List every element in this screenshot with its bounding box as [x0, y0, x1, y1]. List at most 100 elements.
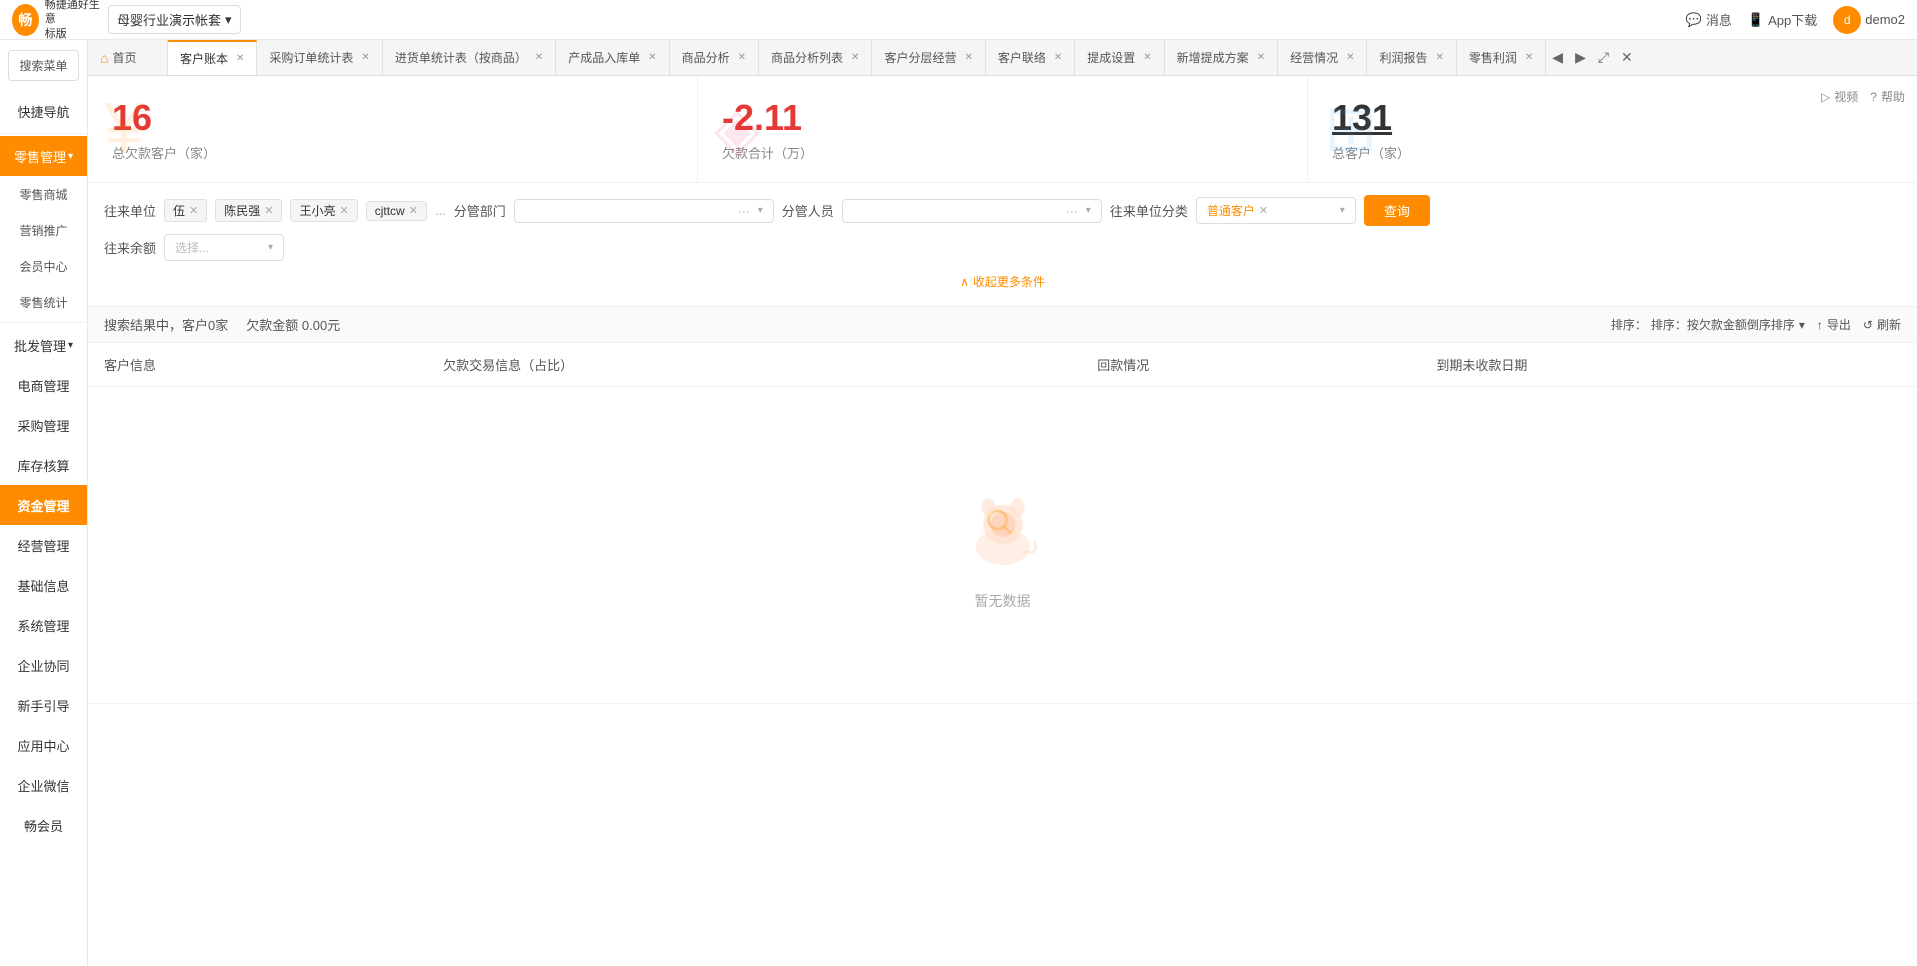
sidebar-item-wholesale-mgmt[interactable]: 批发管理 ▾ — [0, 325, 87, 365]
tab-retail-profit[interactable]: 零售利润 ✕ — [1457, 40, 1546, 76]
filter-more-tags[interactable]: ... — [435, 203, 446, 218]
sidebar-item-app-center[interactable]: 应用中心 — [0, 725, 87, 765]
message-button[interactable]: 💬 消息 — [1686, 10, 1732, 29]
sidebar-item-inventory[interactable]: 库存核算 — [0, 445, 87, 485]
tab-close-icon-7[interactable]: ✕ — [964, 52, 972, 63]
sidebar-item-marketing[interactable]: 营销推广 — [0, 212, 87, 248]
tab-stock-stats-by-product[interactable]: 进货单统计表（按商品） ✕ — [383, 40, 556, 76]
tab-profit-report[interactable]: 利润报告 ✕ — [1367, 40, 1456, 76]
sidebar-item-operations[interactable]: 经营管理 — [0, 525, 87, 565]
export-button[interactable]: ↑ 导出 — [1817, 316, 1851, 333]
table-header-row: 客户信息 欠款交易信息（占比） 回款情况 到期未收款日期 — [88, 343, 1917, 387]
tag-close-cjttcw[interactable]: ✕ — [409, 204, 418, 217]
tab-maximize[interactable]: ⤢ — [1592, 40, 1615, 76]
filter-person-select[interactable]: ··· ▾ — [842, 199, 1102, 223]
stat-bg-yuan-icon: ¥ — [104, 88, 144, 170]
page-content: ¥ 16 总欠款客户（家） ◈ -2.11 欠款合计（万） ⊞ 131 总客户（… — [88, 76, 1917, 966]
sidebar-item-guide[interactable]: 新手引导 — [0, 685, 87, 725]
tab-close-all[interactable]: ✕ — [1615, 40, 1639, 76]
sidebar-item-enterprise-wechat[interactable]: 企业微信 — [0, 765, 87, 805]
sort-select[interactable]: 排序： 排序：按欠款金额倒序排序 ▾ — [1611, 316, 1805, 333]
chevron-down-icon: ▾ — [225, 12, 232, 28]
sidebar-item-enterprise-collab[interactable]: 企业协同 — [0, 645, 87, 685]
tab-product-analysis-list[interactable]: 商品分析列表 ✕ — [759, 40, 872, 76]
sidebar-item-retail-mgmt[interactable]: 零售管理 ▾ — [0, 136, 87, 176]
empty-illustration — [958, 484, 1048, 574]
tag-close-wu[interactable]: ✕ — [189, 204, 198, 217]
video-help-link[interactable]: ▷ 视频 — [1821, 88, 1858, 105]
tab-customer-tier[interactable]: 客户分层经营 ✕ — [872, 40, 985, 76]
tab-customer-ledger[interactable]: 客户账本 ✕ — [168, 40, 257, 76]
video-icon: ▷ — [1821, 90, 1830, 104]
tag-close-chen[interactable]: ✕ — [264, 204, 273, 217]
filter-remainder-label: 往来余额 — [104, 238, 156, 257]
empty-state: 暂无数据 — [104, 399, 1901, 691]
user-area[interactable]: d demo2 — [1833, 6, 1905, 34]
tab-close-icon-12[interactable]: ✕ — [1435, 52, 1443, 63]
filter-area: 往来单位 伍 ✕ 陈民强 ✕ 王小亮 ✕ cjttcw — [88, 183, 1917, 307]
tab-scroll-left[interactable]: ◀ — [1546, 40, 1569, 76]
logo-icon: 畅 — [12, 4, 39, 36]
tab-close-icon-3[interactable]: ✕ — [535, 52, 543, 63]
empty-icon-area — [953, 479, 1053, 579]
help-link[interactable]: ? 帮助 — [1870, 88, 1905, 105]
tab-close-icon-13[interactable]: ✕ — [1525, 52, 1533, 63]
tab-close-icon-4[interactable]: ✕ — [648, 52, 656, 63]
collapse-icon: ∧ — [960, 275, 969, 289]
filter-dept-select[interactable]: ··· ▾ — [514, 199, 774, 223]
tab-close-icon[interactable]: ✕ — [236, 53, 244, 64]
tab-product-analysis[interactable]: 商品分析 ✕ — [670, 40, 759, 76]
app-download-button[interactable]: 📱 App下载 — [1748, 10, 1817, 29]
tab-close-icon-11[interactable]: ✕ — [1346, 52, 1354, 63]
enterprise-selector[interactable]: 母婴行业演示帐套 ▾ — [108, 5, 241, 34]
tab-close-icon-10[interactable]: ✕ — [1257, 52, 1265, 63]
tab-scroll-right[interactable]: ▶ — [1569, 40, 1592, 76]
filter-tag-chen: 陈民强 ✕ — [215, 199, 282, 222]
tab-close-icon-9[interactable]: ✕ — [1143, 52, 1151, 63]
col-customer-info: 客户信息 — [88, 343, 427, 387]
tag-close-wang[interactable]: ✕ — [340, 204, 349, 217]
tab-home[interactable]: ⌂ 首页 — [88, 40, 168, 76]
filter-tag-cjttcw: cjttcw ✕ — [366, 201, 427, 221]
collapse-button[interactable]: ∧ 收起更多条件 — [104, 269, 1901, 294]
sidebar-item-chang-member[interactable]: 畅会员 — [0, 805, 87, 845]
refresh-icon: ↺ — [1863, 318, 1873, 332]
stats-row: ¥ 16 总欠款客户（家） ◈ -2.11 欠款合计（万） ⊞ 131 总客户（… — [88, 76, 1917, 183]
sidebar-item-finance[interactable]: 资金管理 — [0, 485, 87, 525]
sidebar-item-retail-stats[interactable]: 零售统计 — [0, 284, 87, 320]
sidebar-item-quick-nav[interactable]: 快捷导航 — [0, 91, 87, 131]
filter-remainder-placeholder: 选择... — [175, 239, 209, 256]
tab-close-icon-2[interactable]: ✕ — [361, 52, 369, 63]
filter-remainder-select[interactable]: 选择... ▾ — [164, 234, 284, 261]
tab-operations[interactable]: 经营情况 ✕ — [1278, 40, 1367, 76]
sidebar-divider-2 — [0, 322, 87, 323]
search-menu-button[interactable]: 搜索菜单 — [8, 50, 79, 81]
tab-close-icon-8[interactable]: ✕ — [1054, 52, 1062, 63]
sidebar-item-system[interactable]: 系统管理 — [0, 605, 87, 645]
filter-tag-wu: 伍 ✕ — [164, 199, 207, 222]
result-actions: 排序： 排序：按欠款金额倒序排序 ▾ ↑ 导出 ↺ 刷新 — [1611, 316, 1901, 333]
sidebar-item-member-center[interactable]: 会员中心 — [0, 248, 87, 284]
chevron-icon-2: ▾ — [68, 340, 73, 351]
sidebar-item-basic-info[interactable]: 基础信息 — [0, 565, 87, 605]
filter-unit-type-select[interactable]: 普通客户 ✕ ▾ — [1196, 197, 1356, 224]
sidebar-item-ecommerce[interactable]: 电商管理 — [0, 365, 87, 405]
sidebar-item-retail-mall[interactable]: 零售商城 — [0, 176, 87, 212]
tab-commission-settings[interactable]: 提成设置 ✕ — [1075, 40, 1164, 76]
tab-finished-stock[interactable]: 产成品入库单 ✕ — [556, 40, 669, 76]
tag-close-unit-type[interactable]: ✕ — [1259, 204, 1268, 217]
tab-close-icon-6[interactable]: ✕ — [851, 52, 859, 63]
tab-purchase-order-stats[interactable]: 采购订单统计表 ✕ — [257, 40, 382, 76]
chevron-dept-icon: ▾ — [758, 205, 763, 216]
refresh-button[interactable]: ↺ 刷新 — [1863, 316, 1901, 333]
sidebar-item-purchase[interactable]: 采购管理 — [0, 405, 87, 445]
tab-close-icon-5[interactable]: ✕ — [738, 52, 746, 63]
top-bar-right: 💬 消息 📱 App下载 d demo2 — [1686, 6, 1905, 34]
chevron-icon: ▾ — [68, 151, 73, 162]
tab-new-commission-plan[interactable]: 新增提成方案 ✕ — [1165, 40, 1278, 76]
chevron-person-icon: ▾ — [1086, 205, 1091, 216]
empty-text: 暂无数据 — [975, 591, 1031, 611]
query-button[interactable]: 查询 — [1364, 195, 1430, 226]
tab-customer-contact[interactable]: 客户联络 ✕ — [986, 40, 1075, 76]
stat-card-amount: ◈ -2.11 欠款合计（万） — [698, 76, 1308, 182]
